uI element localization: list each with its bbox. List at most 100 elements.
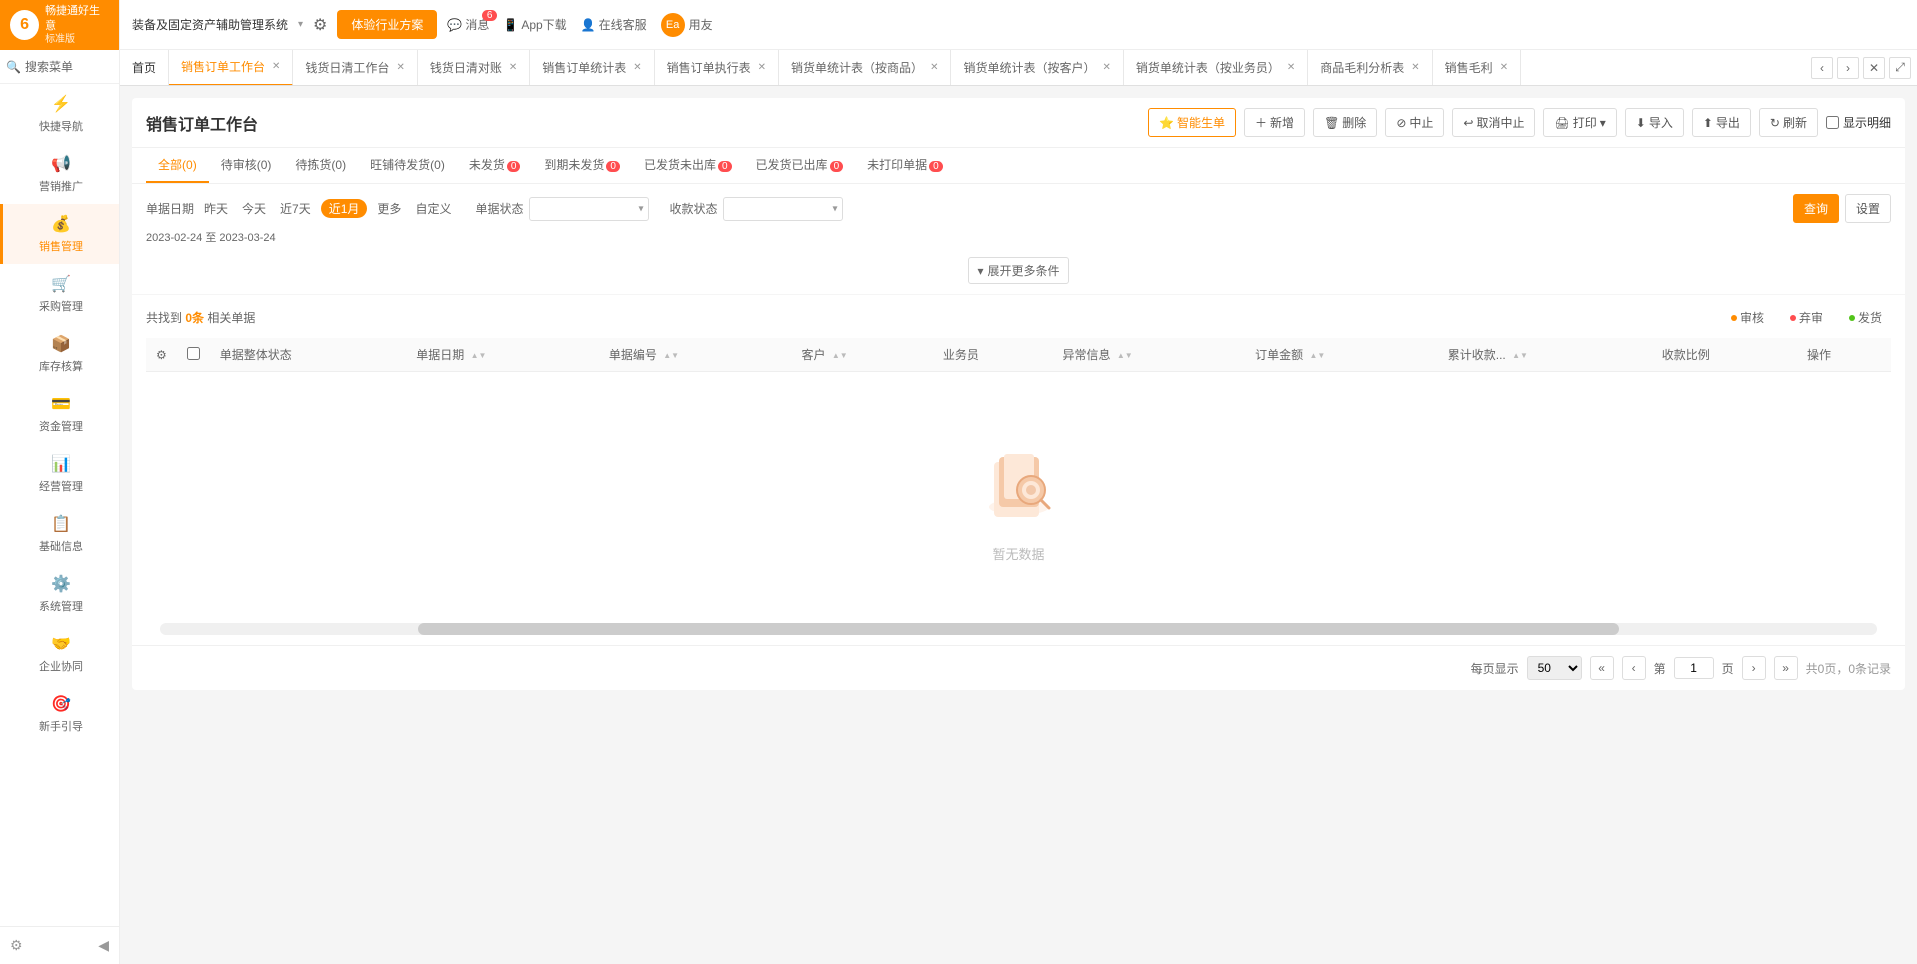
date-opt-custom[interactable]: 自定义 xyxy=(411,198,455,219)
tab-home[interactable]: 首页 xyxy=(120,50,169,86)
sidebar-item-sales[interactable]: 💰 销售管理 xyxy=(0,204,119,264)
tab-sales-order-workbench[interactable]: 销售订单工作台 ✕ xyxy=(169,50,293,86)
add-btn[interactable]: ＋ 新增 xyxy=(1244,108,1305,137)
tab-close-profit[interactable]: ✕ xyxy=(1500,62,1508,73)
tab-close-margin[interactable]: ✕ xyxy=(1411,62,1419,73)
col-date[interactable]: 单据日期 ▲▼ xyxy=(406,338,599,372)
col-number[interactable]: 单据编号 ▲▼ xyxy=(599,338,792,372)
show-detail-checkbox[interactable] xyxy=(1826,116,1839,129)
col-customer[interactable]: 客户 ▲▼ xyxy=(792,338,933,372)
dropdown-arrow-icon[interactable]: ▾ xyxy=(298,19,303,30)
col-exception[interactable]: 异常信息 ▲▼ xyxy=(1052,338,1245,372)
user-btn[interactable]: Ea 用友 xyxy=(661,13,713,37)
tab-close-exec[interactable]: ✕ xyxy=(758,62,766,73)
sidebar-item-enterprise[interactable]: 🤝 企业协同 xyxy=(0,624,119,684)
sub-tab-not-shipped[interactable]: 未发货0 xyxy=(457,148,533,183)
sidebar-search[interactable]: 🔍 搜索菜单 xyxy=(0,50,119,84)
last-page-btn[interactable]: » xyxy=(1774,656,1798,680)
import-btn[interactable]: ⬇ 导入 xyxy=(1625,108,1684,137)
export-btn[interactable]: ⬆ 导出 xyxy=(1692,108,1751,137)
review-action-btn[interactable]: 审核 xyxy=(1722,305,1773,330)
horizontal-scrollbar[interactable] xyxy=(160,623,1877,635)
stop-btn[interactable]: ⊘ 中止 xyxy=(1385,108,1444,137)
sidebar-item-operations[interactable]: 📊 经营管理 xyxy=(0,444,119,504)
smart-create-btn[interactable]: ⭐ 智能生单 xyxy=(1148,108,1236,137)
online-service-btn[interactable]: 👤 在线客服 xyxy=(581,16,647,33)
filter-action-btns: 查询 设置 xyxy=(1793,194,1891,223)
sub-tab-pending-inspect[interactable]: 待拣货(0) xyxy=(283,148,358,183)
cancel-stop-btn[interactable]: ↩ 取消中止 xyxy=(1452,108,1535,137)
app-download-btn[interactable]: 📱 App下载 xyxy=(503,16,566,33)
tab-product-margin[interactable]: 商品毛利分析表 ✕ xyxy=(1308,50,1432,86)
col-order-amount[interactable]: 订单金额 ▲▼ xyxy=(1245,338,1438,372)
tab-close-stats[interactable]: ✕ xyxy=(633,62,641,73)
delete-btn[interactable]: 🗑 删除 xyxy=(1313,108,1377,137)
tab-close-customer[interactable]: ✕ xyxy=(1102,62,1110,73)
sidebar-item-system[interactable]: ⚙️ 系统管理 xyxy=(0,564,119,624)
tab-close-cash-daily[interactable]: ✕ xyxy=(396,62,404,73)
cancel-review-action-btn[interactable]: 弃审 xyxy=(1781,305,1832,330)
collapse-icon[interactable]: ◀ xyxy=(98,937,109,954)
sidebar-item-marketing[interactable]: 📢 营销推广 xyxy=(0,144,119,204)
tab-sales-order-exec[interactable]: 销售订单执行表 ✕ xyxy=(655,50,779,86)
refresh-btn[interactable]: ↻ 刷新 xyxy=(1759,108,1818,137)
sidebar-item-guide[interactable]: 🎯 新手引导 xyxy=(0,684,119,744)
first-page-btn[interactable]: « xyxy=(1590,656,1614,680)
sub-tab-all[interactable]: 全部(0) xyxy=(146,148,209,183)
sub-tab-shipped-out[interactable]: 已发货已出库0 xyxy=(744,148,856,183)
page-input[interactable] xyxy=(1674,657,1714,679)
status-select[interactable] xyxy=(529,197,649,221)
tab-close-sales-order[interactable]: ✕ xyxy=(272,61,280,72)
col-staff[interactable]: 业务员 xyxy=(933,338,1053,372)
tab-close-product[interactable]: ✕ xyxy=(930,62,938,73)
prev-page-btn[interactable]: ‹ xyxy=(1622,656,1646,680)
tab-close-all-btn[interactable]: ✕ xyxy=(1863,57,1885,79)
date-opt-7days[interactable]: 近7天 xyxy=(276,198,315,219)
setting-btn[interactable]: 设置 xyxy=(1845,194,1891,223)
tab-cash-daily[interactable]: 钱货日清工作台 ✕ xyxy=(293,50,417,86)
column-settings-icon[interactable]: ⚙ xyxy=(156,348,167,362)
date-opt-more[interactable]: 更多 xyxy=(373,198,405,219)
date-opt-today[interactable]: 今天 xyxy=(238,198,270,219)
sub-tab-pending-review[interactable]: 待审核(0) xyxy=(209,148,284,183)
tab-maximize-btn[interactable]: ⤢ xyxy=(1889,57,1911,79)
tab-close-cash-reconcile[interactable]: ✕ xyxy=(509,62,517,73)
tab-close-staff[interactable]: ✕ xyxy=(1287,62,1295,73)
sub-tab-not-printed[interactable]: 未打印单据0 xyxy=(855,148,955,183)
col-checkbox[interactable] xyxy=(177,338,210,372)
sidebar-item-basic-info[interactable]: 📋 基础信息 xyxy=(0,504,119,564)
show-detail-checkbox-wrap[interactable]: 显示明细 xyxy=(1826,114,1891,131)
date-opt-yesterday[interactable]: 昨天 xyxy=(200,198,232,219)
sidebar-item-purchase[interactable]: 🛒 采购管理 xyxy=(0,264,119,324)
expand-filters-btn[interactable]: ▾ 展开更多条件 xyxy=(968,257,1068,284)
sidebar-item-inventory[interactable]: 📦 库存核算 xyxy=(0,324,119,384)
sub-tab-expired[interactable]: 到期未发货0 xyxy=(532,148,632,183)
sub-tab-shipped-not-in[interactable]: 已发货未出库0 xyxy=(632,148,744,183)
message-btn[interactable]: 💬 消息 6 xyxy=(447,16,489,33)
sidebar-item-quick-nav[interactable]: ⚡ 快捷导航 xyxy=(0,84,119,144)
ship-action-btn[interactable]: 发货 xyxy=(1840,305,1891,330)
tab-prev-btn[interactable]: ‹ xyxy=(1811,57,1833,79)
date-opt-1month[interactable]: 近1月 xyxy=(321,199,368,218)
tab-sales-stats-product[interactable]: 销货单统计表（按商品） ✕ xyxy=(779,50,951,86)
tab-next-btn[interactable]: › xyxy=(1837,57,1859,79)
sidebar-item-finance[interactable]: 💳 资金管理 xyxy=(0,384,119,444)
industry-btn[interactable]: 体验行业方案 xyxy=(337,10,437,39)
horizontal-scroll-thumb[interactable] xyxy=(418,623,1620,635)
tab-sales-stats-staff[interactable]: 销货单统计表（按业务员） ✕ xyxy=(1124,50,1308,86)
col-settings[interactable]: ⚙ xyxy=(146,338,177,372)
payment-select[interactable] xyxy=(723,197,843,221)
next-page-btn[interactable]: › xyxy=(1742,656,1766,680)
query-btn[interactable]: 查询 xyxy=(1793,194,1839,223)
tab-sales-stats-customer[interactable]: 销货单统计表（按客户） ✕ xyxy=(951,50,1123,86)
tab-sales-order-stats[interactable]: 销售订单统计表 ✕ xyxy=(530,50,654,86)
tab-cash-reconcile[interactable]: 钱货日清对账 ✕ xyxy=(418,50,530,86)
select-all-checkbox[interactable] xyxy=(187,347,200,360)
settings-gear-icon[interactable]: ⚙ xyxy=(10,937,23,954)
col-total-received[interactable]: 累计收款... ▲▼ xyxy=(1438,338,1652,372)
topbar-gear-icon[interactable]: ⚙ xyxy=(313,15,327,35)
sub-tab-wangpu[interactable]: 旺铺待发货(0) xyxy=(358,148,457,183)
print-btn[interactable]: 🖨 打印 ▾ xyxy=(1543,108,1616,137)
tab-sales-profit[interactable]: 销售毛利 ✕ xyxy=(1433,50,1521,86)
per-page-select[interactable]: 50 20 100 xyxy=(1527,656,1582,680)
